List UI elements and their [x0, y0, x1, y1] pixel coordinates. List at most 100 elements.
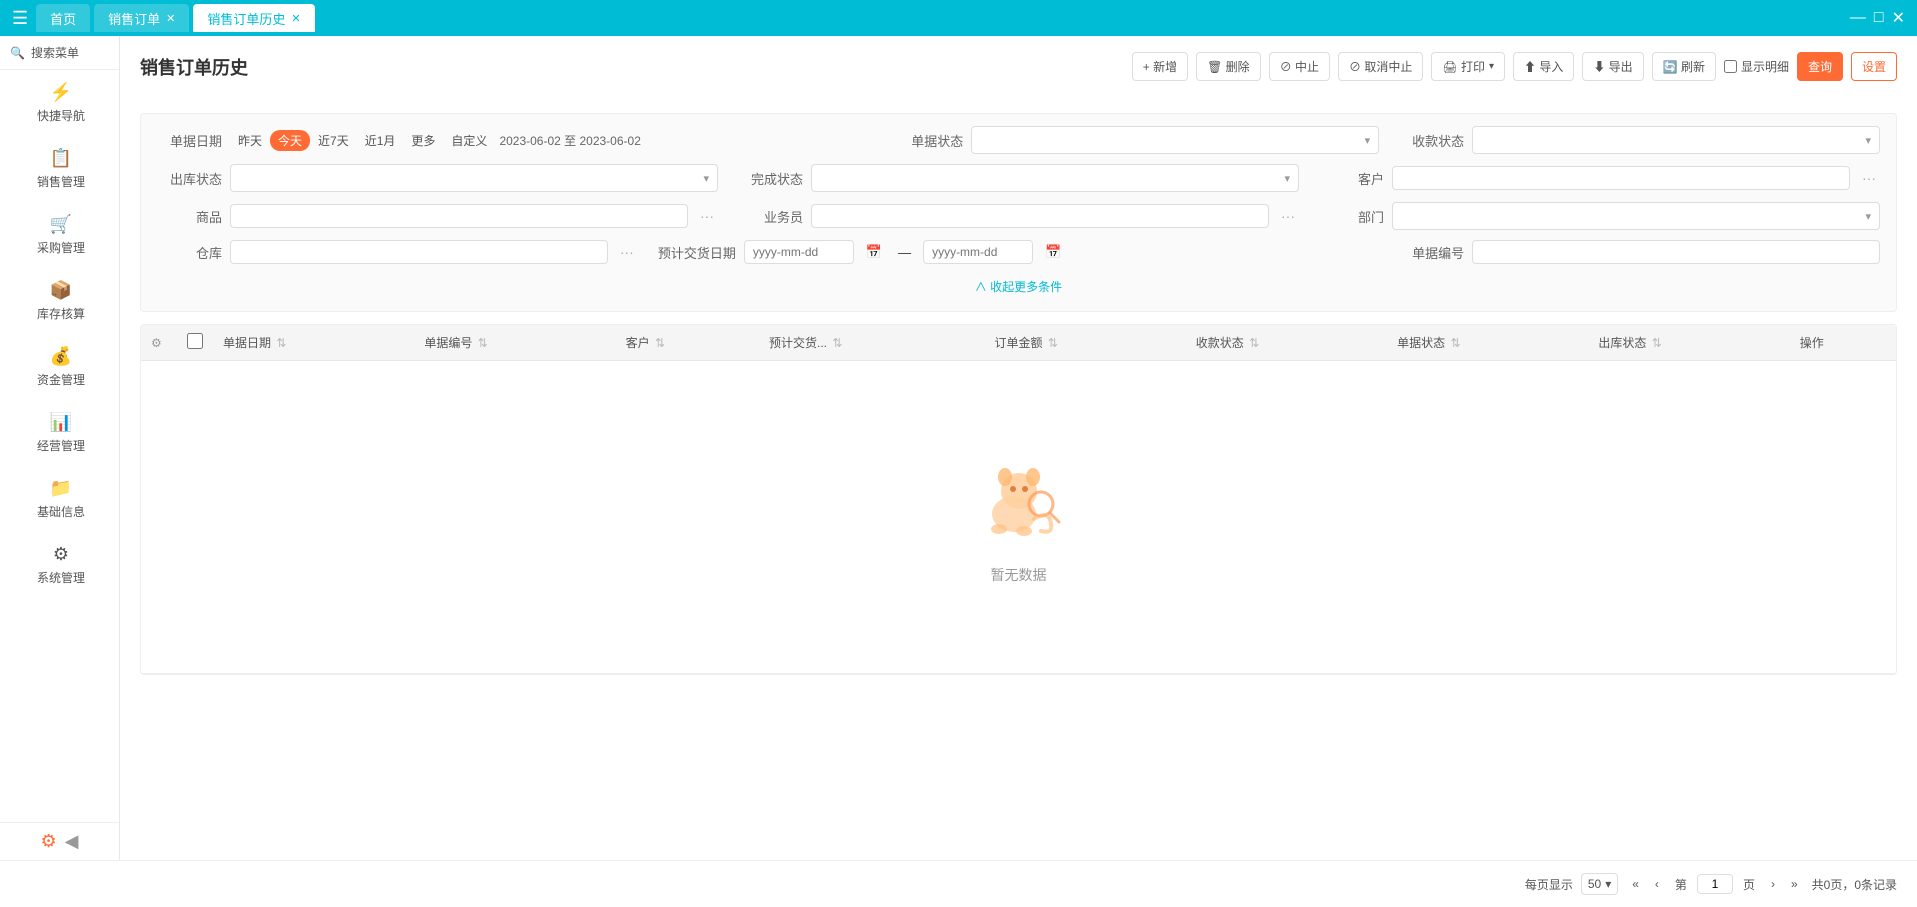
- date-range-value: 2023-06-02 至 2023-06-02: [499, 132, 640, 149]
- page-number-input[interactable]: [1697, 874, 1733, 894]
- col-payment-label: 收款状态: [1196, 336, 1244, 350]
- tab-home[interactable]: 首页: [36, 4, 90, 32]
- filter-salesman: 业务员 ···: [738, 204, 1299, 228]
- date-tab-7days[interactable]: 近7天: [310, 130, 357, 151]
- window-controls: — □ ✕: [1850, 8, 1905, 28]
- dept-select[interactable]: ▾: [1392, 202, 1880, 230]
- minimize-icon[interactable]: —: [1850, 9, 1866, 27]
- tab-sales-order[interactable]: 销售订单 ✕: [94, 4, 189, 32]
- collapse-row[interactable]: ∧ 收起更多条件: [157, 274, 1880, 299]
- search-icon: 🔍: [10, 46, 25, 60]
- main-layout: 🔍 搜索菜单 ⚡ 快捷导航 📋 销售管理 🛒 采购管理 📦 库存核算 💰 资金管…: [0, 36, 1917, 860]
- empty-illustration: [969, 449, 1069, 549]
- display-detail-input[interactable]: [1724, 60, 1737, 73]
- col-date-sort[interactable]: ⇅: [276, 336, 286, 350]
- salesman-more-icon[interactable]: ···: [1277, 208, 1299, 224]
- sidebar-item-purchase-mgmt[interactable]: 🛒 采购管理: [0, 202, 119, 268]
- sidebar-item-label: 快捷导航: [37, 107, 85, 124]
- bill-number-input[interactable]: [1472, 240, 1880, 264]
- display-detail-checkbox[interactable]: 显示明细: [1724, 58, 1789, 75]
- filter-delivery-date: 预计交货日期 📅 — 📅: [658, 240, 1379, 264]
- import-button[interactable]: ⬆ 导入: [1513, 52, 1574, 81]
- payment-status-select[interactable]: ▾: [1472, 126, 1880, 154]
- complete-status-select[interactable]: ▾: [811, 164, 1299, 192]
- delivery-date-start[interactable]: [744, 240, 854, 264]
- date-tab-more[interactable]: 更多: [403, 130, 443, 151]
- sidebar-item-stock-check[interactable]: 📦 库存核算: [0, 268, 119, 334]
- sidebar-item-label: 系统管理: [37, 569, 85, 586]
- col-bill-status-sort[interactable]: ⇅: [1450, 336, 1460, 350]
- table-body: 暂无数据: [141, 361, 1896, 674]
- page-size-select[interactable]: 50 ▾: [1581, 873, 1618, 895]
- filter-bill-number: 单据编号: [1399, 240, 1880, 264]
- print-dropdown-icon: ▾: [1489, 61, 1494, 72]
- customer-input[interactable]: [1392, 166, 1850, 190]
- tab-sales-history-close[interactable]: ✕: [291, 12, 300, 25]
- payment-status-label: 收款状态: [1399, 131, 1464, 150]
- product-more-icon[interactable]: ···: [696, 208, 718, 224]
- sidebar-search[interactable]: 🔍 搜索菜单: [0, 36, 119, 70]
- close-icon[interactable]: ✕: [1892, 8, 1905, 28]
- data-table: ⚙ 单据日期 ⇅ 单据编号 ⇅: [141, 325, 1896, 674]
- query-button[interactable]: 查询: [1797, 52, 1843, 81]
- select-all-checkbox[interactable]: [187, 333, 203, 349]
- new-button[interactable]: + 新增: [1132, 52, 1188, 81]
- delete-button[interactable]: 🗑 删除: [1196, 52, 1261, 81]
- sidebar-item-label: 采购管理: [37, 239, 85, 256]
- col-customer-label: 客户: [626, 336, 650, 350]
- last-page-icon[interactable]: »: [1785, 875, 1804, 893]
- date-tab-custom[interactable]: 自定义: [443, 130, 495, 151]
- table-settings-icon[interactable]: ⚙: [151, 336, 162, 350]
- refresh-button[interactable]: 🔄 刷新: [1652, 52, 1716, 81]
- bill-status-select[interactable]: ▾: [971, 126, 1379, 154]
- first-page-icon[interactable]: «: [1626, 875, 1645, 893]
- settings-button[interactable]: 设置: [1851, 52, 1897, 81]
- next-page-icon[interactable]: ›: [1765, 875, 1781, 893]
- col-delivery-sort[interactable]: ⇅: [832, 336, 842, 350]
- warehouse-input[interactable]: [230, 240, 608, 264]
- sidebar-item-ops-mgmt[interactable]: 📊 经营管理: [0, 400, 119, 466]
- col-date-label: 单据日期: [223, 336, 271, 350]
- col-out-status-sort[interactable]: ⇅: [1652, 336, 1662, 350]
- col-out-status-label: 出库状态: [1598, 336, 1646, 350]
- col-payment-sort[interactable]: ⇅: [1249, 336, 1259, 350]
- print-button[interactable]: 🖨 打印 ▾: [1431, 52, 1505, 81]
- sales-mgmt-icon: 📋: [50, 148, 72, 169]
- sidebar-settings-icon[interactable]: ⚙: [41, 831, 57, 852]
- col-customer-sort[interactable]: ⇅: [655, 336, 665, 350]
- stop-button[interactable]: ⊘ 中止: [1269, 52, 1330, 81]
- col-number-sort[interactable]: ⇅: [478, 336, 488, 350]
- delivery-date-end[interactable]: [923, 240, 1033, 264]
- col-out-status: 出库状态 ⇅: [1588, 325, 1789, 361]
- toolbar: + 新增 🗑 删除 ⊘ 中止 ⊘ 取消中止 🖨 打印 ▾ ⬆ 导入 ⬇ 导出 🔄…: [1132, 52, 1897, 81]
- date-tab-1month[interactable]: 近1月: [357, 130, 404, 151]
- sidebar-collapse-icon[interactable]: ◀: [65, 831, 79, 852]
- ops-mgmt-icon: 📊: [50, 412, 72, 433]
- sidebar-item-quick-nav[interactable]: ⚡ 快捷导航: [0, 70, 119, 136]
- tab-sales-order-close[interactable]: ✕: [166, 12, 175, 25]
- customer-more-icon[interactable]: ···: [1858, 170, 1880, 186]
- calendar-end-icon[interactable]: 📅: [1045, 244, 1061, 260]
- prev-page-icon[interactable]: ‹: [1649, 875, 1665, 893]
- date-tab-today[interactable]: 今天: [270, 130, 310, 151]
- product-input[interactable]: [230, 204, 688, 228]
- print-label: 🖨 打印: [1442, 58, 1485, 75]
- tab-sales-history[interactable]: 销售订单历史 ✕: [193, 4, 314, 32]
- top-bar: ☰ 首页 销售订单 ✕ 销售订单历史 ✕ — □ ✕: [0, 0, 1917, 36]
- sidebar-item-finance-mgmt[interactable]: 💰 资金管理: [0, 334, 119, 400]
- col-bill-status-label: 单据状态: [1397, 336, 1445, 350]
- sidebar-item-basic-info[interactable]: 📁 基础信息: [0, 466, 119, 532]
- col-date: 单据日期 ⇅: [213, 325, 414, 361]
- sidebar-item-sales-mgmt[interactable]: 📋 销售管理: [0, 136, 119, 202]
- warehouse-more-icon[interactable]: ···: [616, 244, 638, 260]
- salesman-input[interactable]: [811, 204, 1269, 228]
- date-tab-yesterday[interactable]: 昨天: [230, 130, 270, 151]
- cancel-stop-button[interactable]: ⊘ 取消中止: [1338, 52, 1423, 81]
- col-amount-sort[interactable]: ⇅: [1048, 336, 1058, 350]
- maximize-icon[interactable]: □: [1874, 9, 1884, 27]
- calendar-start-icon[interactable]: 📅: [866, 244, 882, 260]
- export-button[interactable]: ⬇ 导出: [1582, 52, 1643, 81]
- sidebar-item-sys-mgmt[interactable]: ⚙ 系统管理: [0, 532, 119, 598]
- pagination: 每页显示 50 ▾ « ‹ 第 页 › » 共0页，0条记录: [0, 860, 1917, 907]
- out-status-select[interactable]: ▾: [230, 164, 718, 192]
